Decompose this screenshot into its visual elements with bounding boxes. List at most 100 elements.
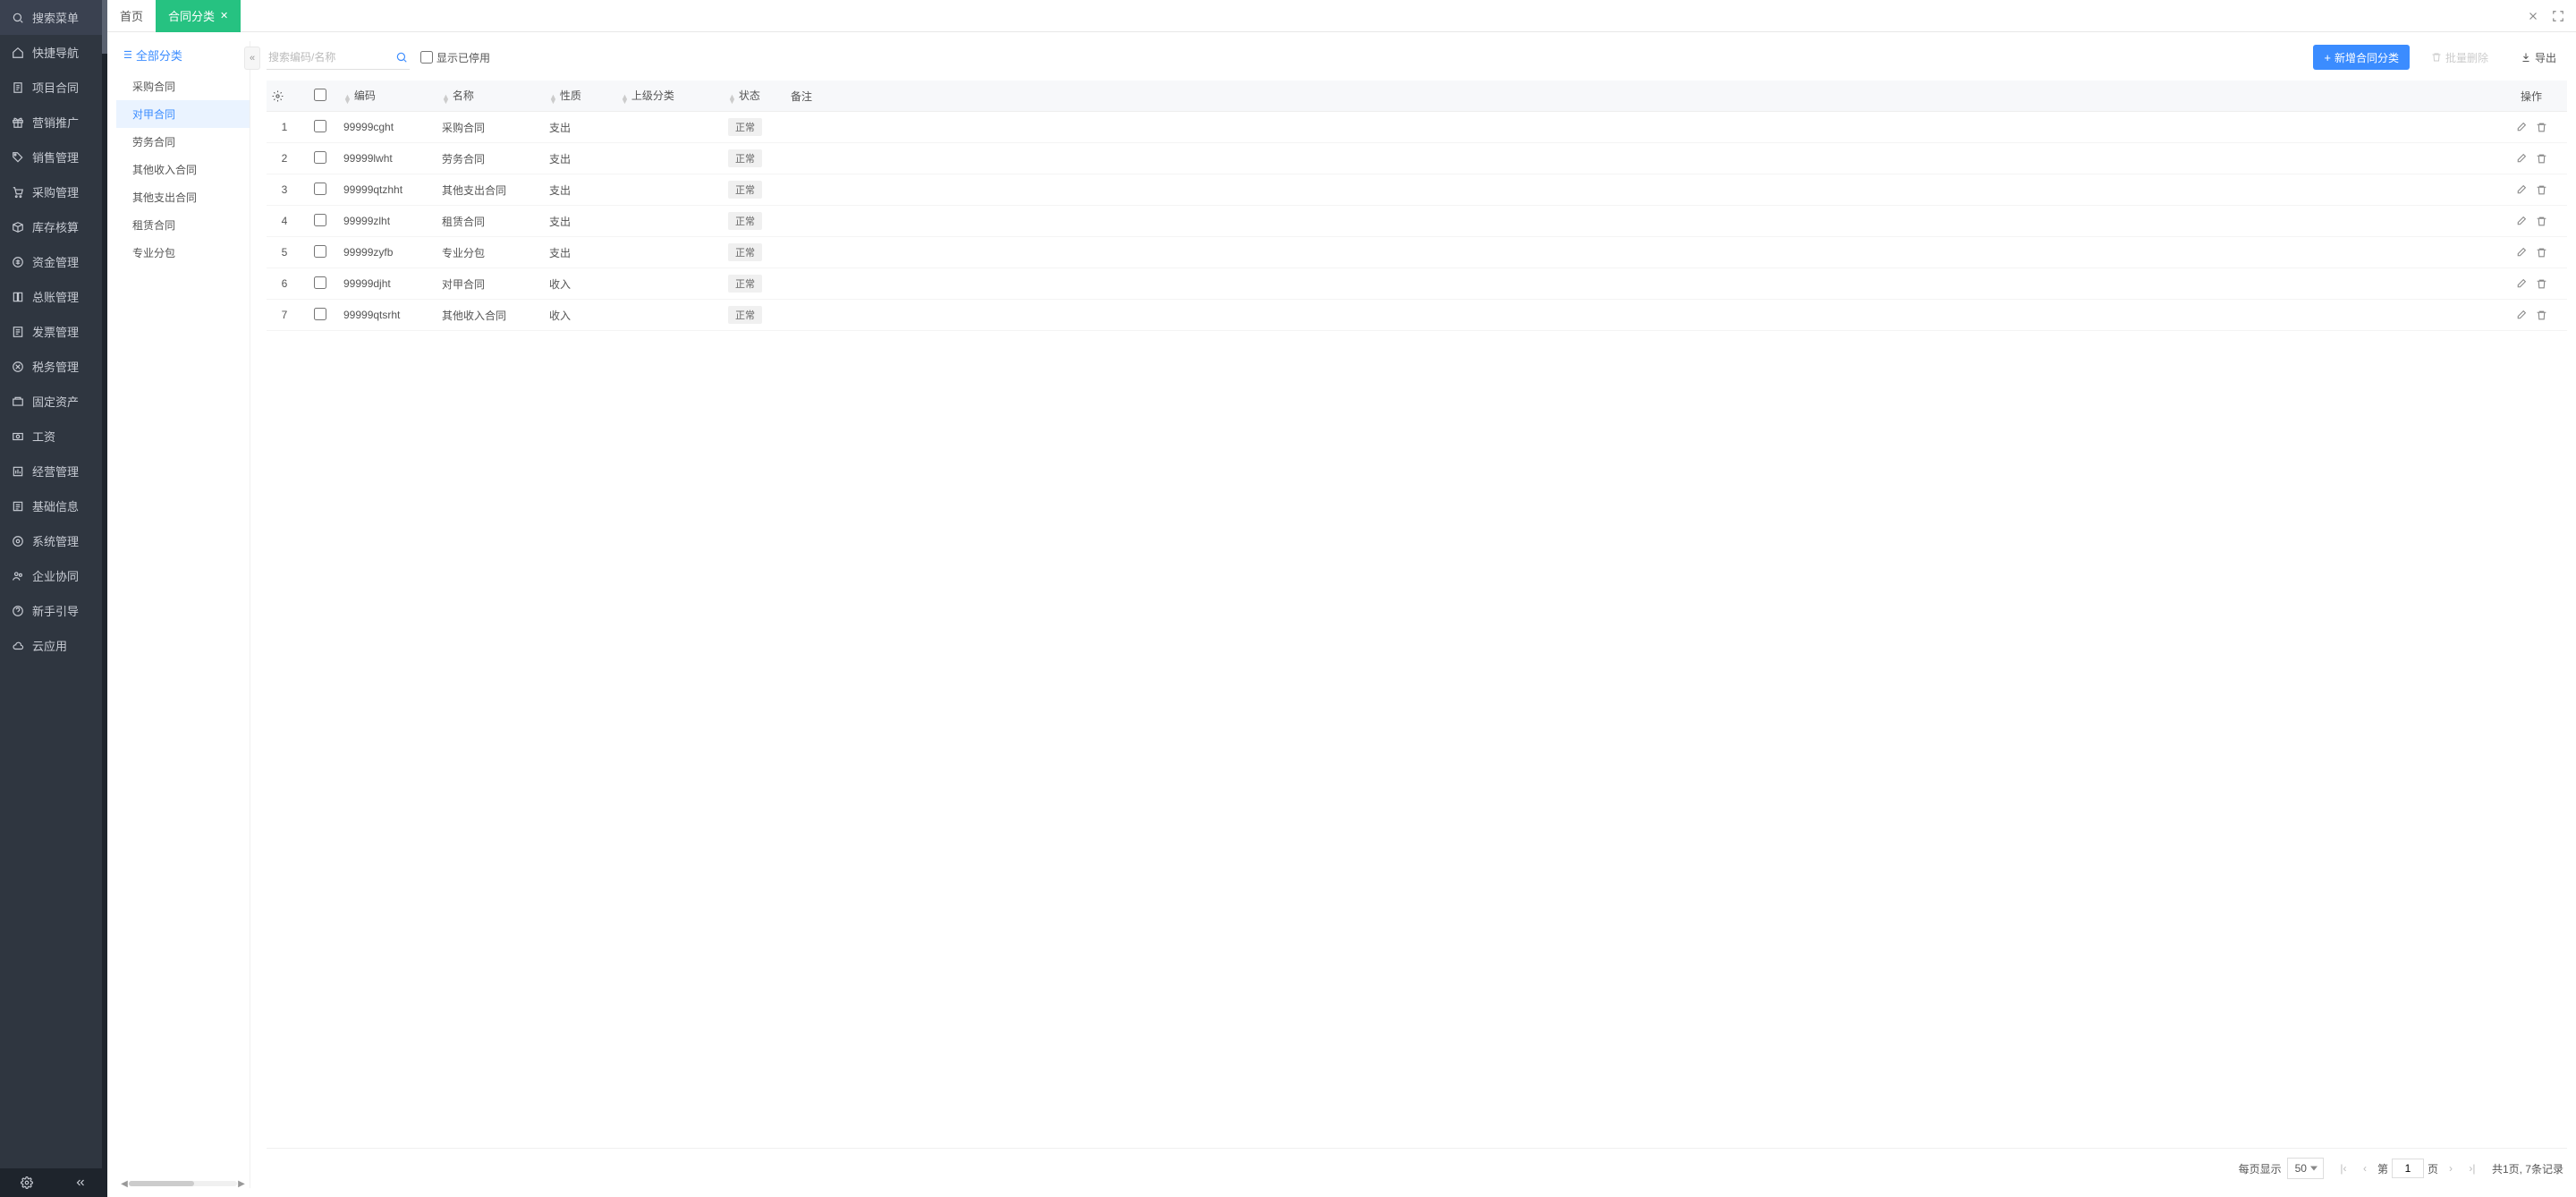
edit-button[interactable] (2515, 278, 2527, 290)
sidebar-item-17[interactable]: 新手引导 (0, 593, 107, 628)
edit-icon (2515, 122, 2527, 133)
delete-button[interactable] (2536, 278, 2547, 290)
cell-nature: 支出 (544, 112, 615, 143)
sidebar-item-13[interactable]: 经营管理 (0, 454, 107, 488)
column-settings[interactable] (267, 81, 302, 112)
delete-button[interactable] (2536, 122, 2547, 133)
cell-status: 正常 (723, 268, 785, 300)
close-tab-button[interactable] (2522, 5, 2544, 27)
scroll-left-icon[interactable]: ◀ (120, 1179, 129, 1189)
sidebar-item-label: 营销推广 (32, 114, 79, 131)
col-nature[interactable]: ▲▼性质 (544, 81, 615, 112)
edit-button[interactable] (2515, 184, 2527, 196)
sidebar-item-5[interactable]: 采购管理 (0, 174, 107, 209)
category-item-4[interactable]: 其他支出合同 (116, 183, 250, 211)
row-checkbox[interactable] (314, 151, 326, 164)
fullscreen-button[interactable] (2547, 5, 2569, 27)
col-status[interactable]: ▲▼状态 (723, 81, 785, 112)
category-item-0[interactable]: 采购合同 (116, 72, 250, 100)
row-checkbox[interactable] (314, 183, 326, 195)
category-item-2[interactable]: 劳务合同 (116, 128, 250, 156)
sidebar-item-0[interactable]: 搜索菜单 (0, 0, 107, 35)
sidebar-item-8[interactable]: 总账管理 (0, 279, 107, 314)
category-all[interactable]: ☰ 全部分类 (116, 41, 250, 69)
row-checkbox[interactable] (314, 276, 326, 289)
sidebar-item-10[interactable]: 税务管理 (0, 349, 107, 384)
tab-1[interactable]: 合同分类✕ (156, 0, 241, 32)
sidebar-item-4[interactable]: 销售管理 (0, 140, 107, 174)
collapse-panel-button[interactable]: « (244, 47, 260, 70)
col-parent[interactable]: ▲▼上级分类 (615, 81, 723, 112)
category-item-5[interactable]: 租赁合同 (116, 211, 250, 239)
row-checkbox[interactable] (314, 214, 326, 226)
sidebar-item-16[interactable]: 企业协同 (0, 558, 107, 593)
sidebar-item-2[interactable]: 项目合同 (0, 70, 107, 105)
sidebar-item-14[interactable]: 基础信息 (0, 488, 107, 523)
last-page-button[interactable]: ›| (2463, 1159, 2481, 1177)
sidebar-item-label: 云应用 (32, 637, 67, 654)
trash-icon (2536, 184, 2547, 196)
cell-name: 采购合同 (436, 112, 544, 143)
sidebar-item-label: 工资 (32, 428, 55, 445)
collapse-left-icon (74, 1176, 87, 1189)
close-icon[interactable]: ✕ (220, 10, 228, 21)
tab-0[interactable]: 首页 (107, 0, 156, 32)
search-icon[interactable] (395, 51, 408, 64)
add-button-label: 新增合同分类 (2334, 50, 2399, 65)
category-hscroll[interactable]: ◀ ▶ (116, 1179, 250, 1188)
show-disabled-input[interactable] (420, 51, 433, 64)
edit-button[interactable] (2515, 122, 2527, 133)
delete-button[interactable] (2536, 216, 2547, 227)
delete-button[interactable] (2536, 153, 2547, 165)
add-button[interactable]: + 新增合同分类 (2313, 45, 2410, 70)
delete-button[interactable] (2536, 310, 2547, 321)
edit-button[interactable] (2515, 216, 2527, 227)
show-disabled-checkbox[interactable]: 显示已停用 (420, 50, 490, 65)
category-item-6[interactable]: 专业分包 (116, 239, 250, 267)
edit-button[interactable] (2515, 310, 2527, 321)
sidebar-item-6[interactable]: 库存核算 (0, 209, 107, 244)
settings-button[interactable] (0, 1168, 54, 1197)
sidebar-item-3[interactable]: 营销推广 (0, 105, 107, 140)
col-remark[interactable]: 备注 (785, 81, 2496, 112)
first-page-button[interactable]: |‹ (2334, 1159, 2352, 1177)
row-index: 2 (267, 143, 302, 174)
row-index: 4 (267, 206, 302, 237)
category-item-1[interactable]: 对甲合同 (116, 100, 250, 128)
col-name[interactable]: ▲▼名称 (436, 81, 544, 112)
next-page-button[interactable]: › (2442, 1159, 2460, 1177)
scroll-right-icon[interactable]: ▶ (237, 1179, 246, 1189)
prev-page-button[interactable]: ‹ (2356, 1159, 2374, 1177)
sidebar-item-11[interactable]: 固定资产 (0, 384, 107, 419)
delete-button[interactable] (2536, 184, 2547, 196)
cell-parent (615, 268, 723, 300)
page-input[interactable] (2392, 1159, 2424, 1178)
sidebar-item-12[interactable]: 工资 (0, 419, 107, 454)
select-all-checkbox[interactable] (314, 89, 326, 101)
search-input[interactable] (267, 45, 410, 70)
cell-nature: 支出 (544, 143, 615, 174)
cell-code: 99999cght (338, 112, 436, 143)
sidebar-item-18[interactable]: 云应用 (0, 628, 107, 663)
export-icon (2521, 52, 2531, 63)
col-code[interactable]: ▲▼编码 (338, 81, 436, 112)
sidebar-scrollbar[interactable] (102, 0, 107, 1197)
row-checkbox[interactable] (314, 120, 326, 132)
row-checkbox[interactable] (314, 308, 326, 320)
export-button[interactable]: 导出 (2510, 45, 2567, 70)
delete-button[interactable] (2536, 247, 2547, 259)
page-size-select[interactable]: 50 (2287, 1158, 2324, 1179)
sidebar-item-7[interactable]: 资金管理 (0, 244, 107, 279)
row-checkbox[interactable] (314, 245, 326, 258)
search-icon (11, 11, 25, 25)
edit-button[interactable] (2515, 247, 2527, 259)
category-item-3[interactable]: 其他收入合同 (116, 156, 250, 183)
sidebar-item-9[interactable]: 发票管理 (0, 314, 107, 349)
sidebar-item-15[interactable]: 系统管理 (0, 523, 107, 558)
edit-button[interactable] (2515, 153, 2527, 165)
money-icon (11, 255, 25, 269)
sidebar-item-1[interactable]: 快捷导航 (0, 35, 107, 70)
table-row: 499999zlht租赁合同支出正常 (267, 206, 2567, 237)
collapse-sidebar-button[interactable] (54, 1168, 107, 1197)
gear-icon (272, 90, 297, 102)
